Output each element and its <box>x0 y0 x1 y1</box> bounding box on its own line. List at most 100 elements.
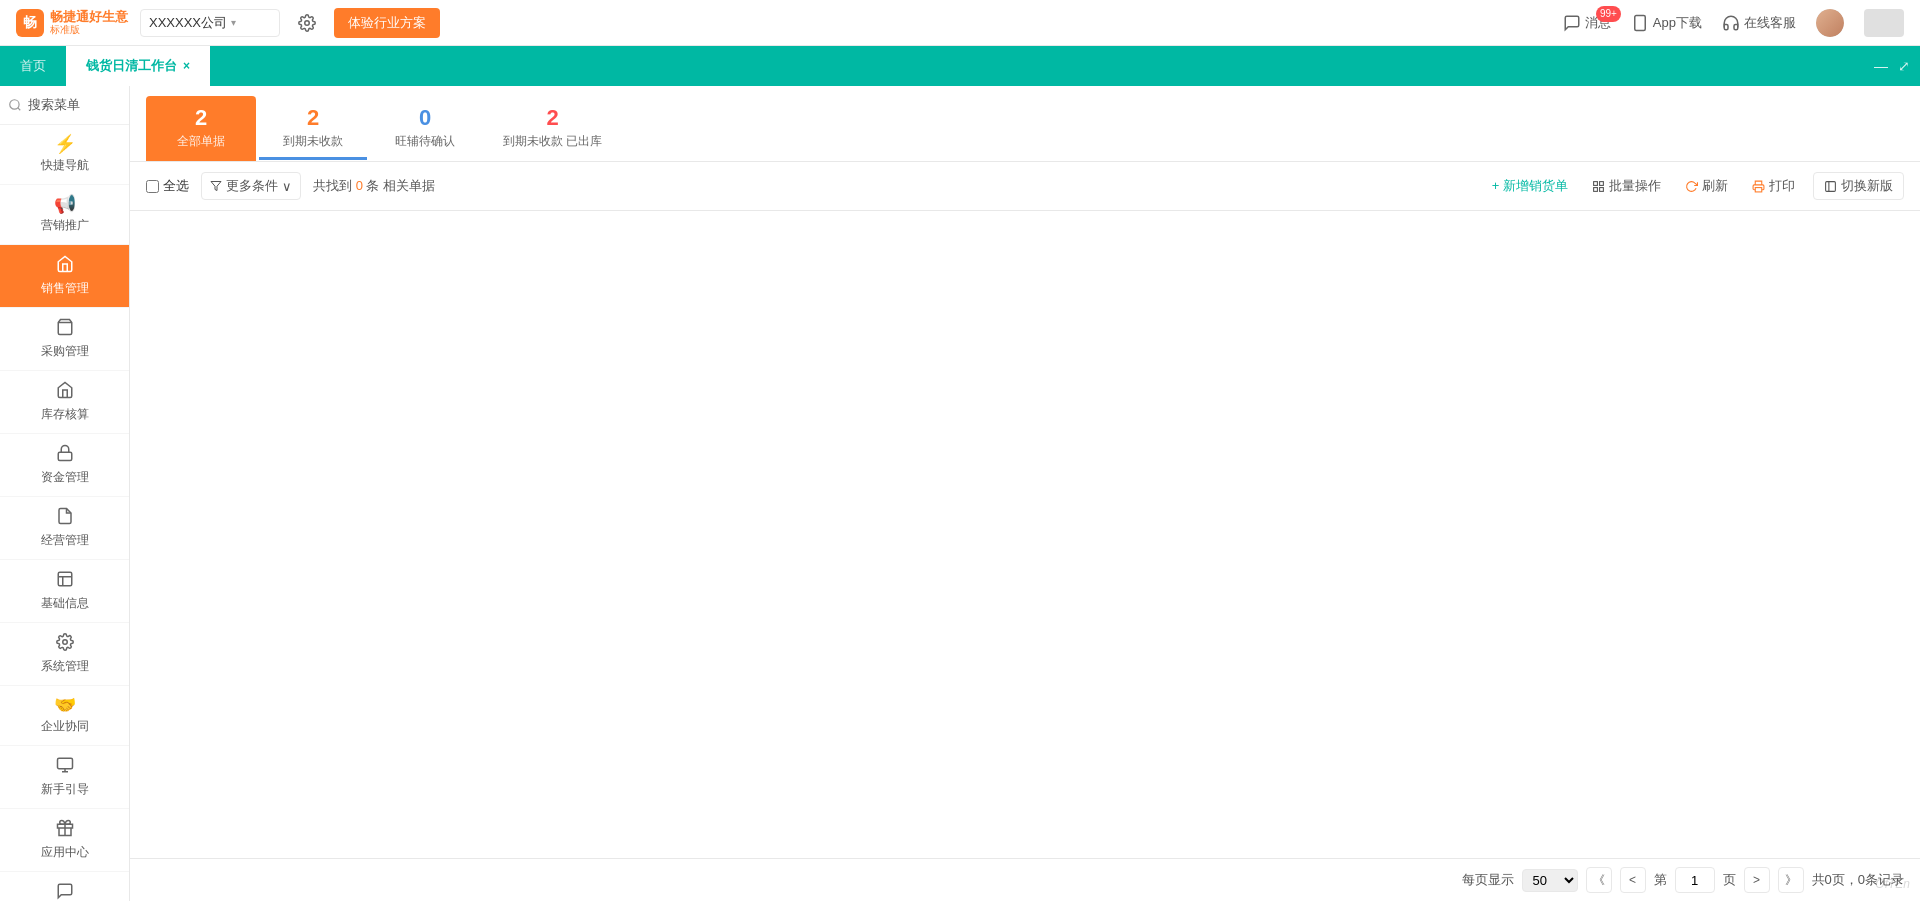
filter-icon <box>210 180 222 192</box>
stat-tab-overdue-label: 到期未收款 <box>283 133 343 150</box>
app-download-action[interactable]: App下载 <box>1631 14 1702 32</box>
settings-button[interactable] <box>292 8 322 38</box>
filter-button[interactable]: 更多条件 ∨ <box>201 172 301 200</box>
tab-workbench-label: 钱货日清工作台 <box>86 57 177 75</box>
experience-button[interactable]: 体验行业方案 <box>334 8 440 38</box>
refresh-icon <box>1685 180 1698 193</box>
sidebar-item-sales[interactable]: 销售管理 <box>0 245 129 308</box>
main-layout: 搜索菜单 ⚡ 快捷导航 📢 营销推广 销售管理 采购管理 <box>0 86 1920 901</box>
sidebar-item-wechat[interactable]: 企业微信 <box>0 872 129 901</box>
stat-tab-pending-label: 旺辅待确认 <box>395 133 455 150</box>
batch-operation-button[interactable]: 批量操作 <box>1586 173 1667 199</box>
logo-sub-text: 标准版 <box>50 24 128 36</box>
sidebar-label-marketing: 营销推广 <box>41 217 89 234</box>
user-name-area[interactable] <box>1864 9 1904 37</box>
user-avatar[interactable] <box>1816 9 1844 37</box>
top-header: 畅 畅捷通好生意 标准版 XXXXXX公司 ▾ 体验行业方案 消息 99+ <box>0 0 1920 46</box>
sidebar-item-app-center[interactable]: 应用中心 <box>0 809 129 872</box>
sidebar-item-guide[interactable]: 新手引导 <box>0 746 129 809</box>
online-service-action[interactable]: 在线客服 <box>1722 14 1796 32</box>
tab-maximize-button[interactable]: ⤢ <box>1898 58 1910 74</box>
stat-tab-all[interactable]: 2 全部单据 <box>146 96 256 161</box>
sidebar-item-marketing[interactable]: 📢 营销推广 <box>0 185 129 245</box>
stat-tab-overdue-num: 2 <box>307 105 319 131</box>
sidebar-label-enterprise: 企业协同 <box>41 718 89 735</box>
switch-label: 切换新版 <box>1841 177 1893 195</box>
refresh-button[interactable]: 刷新 <box>1679 173 1734 199</box>
found-prefix: 共找到 <box>313 178 352 193</box>
search-icon <box>8 98 22 112</box>
sidebar-label-basic-info: 基础信息 <box>41 595 89 612</box>
stat-tab-shipped[interactable]: 2 到期未收款 已出库 <box>482 96 623 161</box>
company-name: XXXXXX公司 <box>149 14 227 32</box>
select-all-checkbox[interactable]: 全选 <box>146 177 189 195</box>
svg-rect-20 <box>1600 187 1604 191</box>
select-all-label: 全选 <box>163 177 189 195</box>
toolbar-right: + 新增销货单 批量操作 刷新 打印 <box>1486 172 1904 200</box>
select-all-input[interactable] <box>146 180 159 193</box>
tab-workbench[interactable]: 钱货日清工作台 × <box>66 46 210 86</box>
sidebar-item-basic-info[interactable]: 基础信息 <box>0 560 129 623</box>
add-sale-button[interactable]: + 新增销货单 <box>1486 173 1574 199</box>
first-page-button[interactable]: 《 <box>1586 867 1612 893</box>
headset-icon <box>1722 14 1740 32</box>
prev-page-button[interactable]: < <box>1620 867 1646 893</box>
sidebar-item-system[interactable]: 系统管理 <box>0 623 129 686</box>
svg-rect-18 <box>1600 182 1604 186</box>
total-label: 共0页，0条记录 <box>1812 871 1904 889</box>
app-download-icon <box>1631 14 1649 32</box>
app-logo-icon: 畅 <box>16 9 44 37</box>
company-selector[interactable]: XXXXXX公司 ▾ <box>140 9 280 37</box>
operations-icon <box>56 507 74 528</box>
last-page-button[interactable]: 》 <box>1778 867 1804 893</box>
sidebar-item-finance[interactable]: 资金管理 <box>0 434 129 497</box>
stat-tab-pending[interactable]: 0 旺辅待确认 <box>370 96 480 161</box>
switch-icon <box>1824 180 1837 193</box>
tab-bar: 首页 钱货日清工作台 × — ⤢ <box>0 46 1920 86</box>
svg-point-0 <box>305 20 310 25</box>
pagination-bar: 每页显示 50 100 《 < 第 页 > 》 共0页，0条记录 <box>130 858 1920 901</box>
toolbar: 全选 更多条件 ∨ 共找到 0 条 相关单据 + 新增销货单 <box>130 162 1920 211</box>
sidebar-item-operations[interactable]: 经营管理 <box>0 497 129 560</box>
print-icon <box>1752 180 1765 193</box>
app-download-label: App下载 <box>1653 14 1702 32</box>
tab-minimize-button[interactable]: — <box>1874 58 1888 74</box>
next-page-button[interactable]: > <box>1744 867 1770 893</box>
found-count: 0 <box>356 178 363 193</box>
purchase-icon <box>56 318 74 339</box>
finance-icon <box>56 444 74 465</box>
tab-bar-actions: — ⤢ <box>1874 58 1920 74</box>
tab-home[interactable]: 首页 <box>0 46 66 86</box>
switch-new-button[interactable]: 切换新版 <box>1813 172 1904 200</box>
sidebar-search[interactable]: 搜索菜单 <box>0 86 129 125</box>
sidebar-label-app-center: 应用中心 <box>41 844 89 861</box>
guide-icon <box>56 756 74 777</box>
sidebar-item-enterprise[interactable]: 🤝 企业协同 <box>0 686 129 746</box>
svg-marker-16 <box>211 182 221 191</box>
header-left: 畅 畅捷通好生意 标准版 XXXXXX公司 ▾ 体验行业方案 <box>16 8 440 38</box>
sidebar-item-quick-nav[interactable]: ⚡ 快捷导航 <box>0 125 129 185</box>
sidebar-item-inventory[interactable]: 库存核算 <box>0 371 129 434</box>
page-input[interactable] <box>1675 867 1715 893</box>
svg-point-3 <box>10 100 19 109</box>
svg-rect-21 <box>1755 187 1762 191</box>
sidebar-label-operations: 经营管理 <box>41 532 89 549</box>
sidebar-label-purchase: 采购管理 <box>41 343 89 360</box>
batch-label: 批量操作 <box>1609 177 1661 195</box>
tab-close-icon[interactable]: × <box>183 59 190 73</box>
page-suffix: 页 <box>1723 871 1736 889</box>
svg-point-10 <box>62 640 67 645</box>
tab-home-label: 首页 <box>20 57 46 75</box>
sidebar-item-purchase[interactable]: 采购管理 <box>0 308 129 371</box>
stat-tab-shipped-num: 2 <box>547 105 559 131</box>
print-label: 打印 <box>1769 177 1795 195</box>
print-button[interactable]: 打印 <box>1746 173 1801 199</box>
sidebar-label-finance: 资金管理 <box>41 469 89 486</box>
stat-tab-overdue[interactable]: 2 到期未收款 <box>258 96 368 161</box>
marketing-icon: 📢 <box>54 195 76 213</box>
per-page-select[interactable]: 50 100 <box>1522 869 1578 892</box>
sidebar-label-guide: 新手引导 <box>41 781 89 798</box>
message-action[interactable]: 消息 99+ <box>1563 14 1611 32</box>
table-area <box>130 211 1920 858</box>
chevron-down-icon: ▾ <box>231 17 236 28</box>
